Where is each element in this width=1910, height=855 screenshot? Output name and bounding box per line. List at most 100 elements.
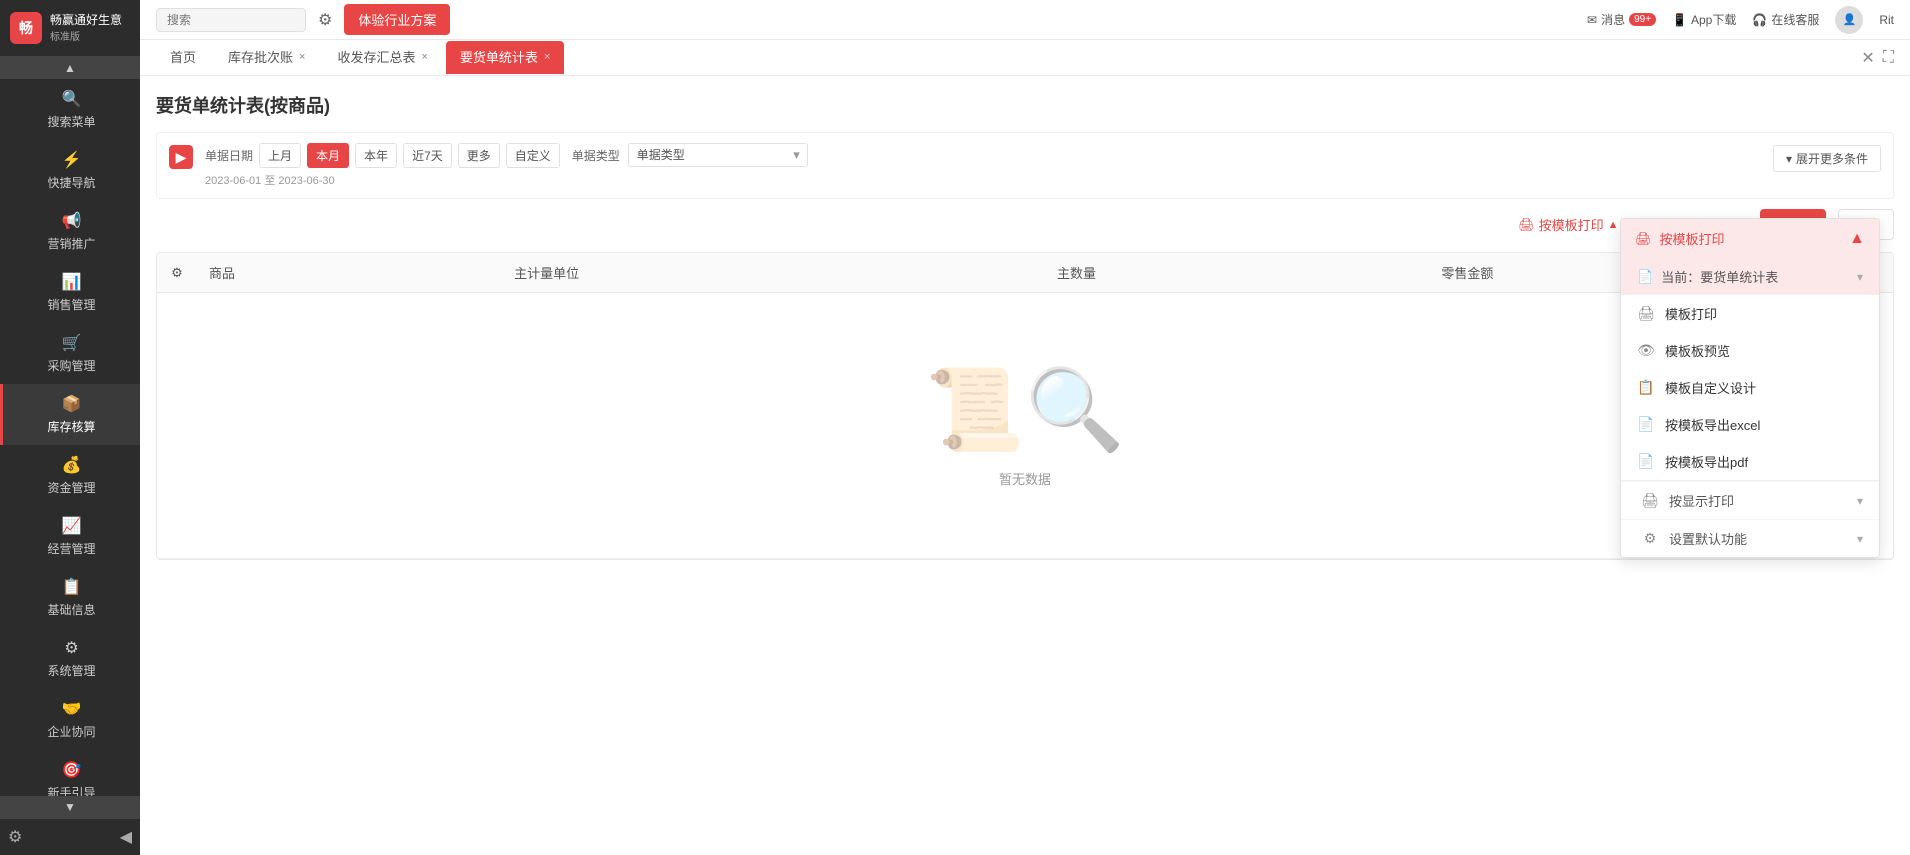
dropdown-title: 🖨 按模板打印	[1635, 229, 1725, 248]
sidebar-item-label: 系统管理	[47, 662, 95, 679]
dropdown-item-display-print[interactable]: 🖨 按显示打印 ▾	[1621, 481, 1879, 519]
messages-label: 消息	[1601, 11, 1625, 28]
finance-icon: 💰	[62, 455, 82, 475]
type-filter-select[interactable]: 单据类型	[628, 143, 808, 167]
app-name: 畅赢通好生意	[50, 13, 122, 29]
expand-more-button[interactable]: ▾ 展开更多条件	[1773, 145, 1881, 172]
trial-button[interactable]: 体验行业方案	[344, 4, 450, 35]
sidebar-item-label: 资金管理	[47, 479, 95, 496]
settings-icon[interactable]: ⚙	[8, 827, 22, 847]
sidebar-item-operation[interactable]: 📈 经营管理	[0, 506, 140, 567]
filter-bar: ▶ 单据日期 上月 本月 本年 近7天 更多 自定义 2023-06-01 至 …	[156, 132, 1894, 199]
sidebar-item-sales[interactable]: 📊 销售管理	[0, 262, 140, 323]
dropdown-item-template-print[interactable]: 🖨 模板打印	[1621, 295, 1879, 332]
date-btn-this-month[interactable]: 本月	[307, 143, 349, 168]
tab-inventory-batch-label: 库存批次账	[228, 47, 293, 66]
user-avatar[interactable]: 👤	[1835, 6, 1863, 34]
sidebar-item-label: 经营管理	[47, 540, 95, 557]
purchase-icon: 🛒	[62, 333, 82, 353]
quick-nav-icon: ⚡	[62, 150, 82, 170]
scroll-down[interactable]: ▼	[0, 796, 140, 818]
tab-inventory-batch[interactable]: 库存批次账 ×	[214, 41, 319, 74]
sidebar-item-label: 基础信息	[47, 601, 95, 618]
marketing-icon: 📢	[62, 211, 82, 231]
template-print-label: 模板打印	[1665, 304, 1717, 323]
sidebar-item-inventory[interactable]: 📦 库存核算	[0, 384, 140, 445]
current-label-text: 📄 当前：要货单统计表	[1637, 267, 1778, 286]
dropdown-collapse-button[interactable]: ▲	[1849, 230, 1865, 248]
sidebar-item-enterprise[interactable]: 🤝 企业协同	[0, 689, 140, 750]
tab-bar: 首页 库存批次账 × 收发存汇总表 × 要货单统计表 × ✕ ⛶	[140, 40, 1910, 76]
messages-item[interactable]: ✉ 消息 99+	[1587, 11, 1656, 28]
online-service-item[interactable]: 🎧 在线客服	[1752, 11, 1819, 28]
sidebar-item-marketing[interactable]: 📢 营销推广	[0, 201, 140, 262]
expand-icon: ▾	[1786, 152, 1792, 166]
template-custom-icon: 📋	[1637, 379, 1655, 396]
date-btn-more[interactable]: 更多	[458, 143, 500, 168]
search-icon: 🔍	[62, 89, 82, 109]
tabs-expand-icon[interactable]: ⛶	[1883, 49, 1894, 67]
dropdown-item-template-preview[interactable]: 👁 模板板预览	[1621, 332, 1879, 369]
sidebar-item-label: 营销推广	[47, 235, 95, 252]
sidebar-item-finance[interactable]: 💰 资金管理	[0, 445, 140, 506]
sidebar-item-search[interactable]: 🔍 搜索菜单	[0, 79, 140, 140]
topbar-search-input[interactable]	[156, 8, 306, 32]
date-btn-this-year[interactable]: 本年	[355, 143, 397, 168]
arrow-up-icon: ▲	[1608, 219, 1619, 231]
tab-order-stats-label: 要货单统计表	[460, 47, 538, 66]
filter-toggle-button[interactable]: ▶	[169, 145, 193, 169]
current-doc-icon: 📄	[1637, 269, 1653, 285]
export-excel-label: 按模板导出excel	[1665, 415, 1760, 434]
date-btn-prev-month[interactable]: 上月	[259, 143, 301, 168]
sidebar: 畅 畅赢通好生意 标准版 ▲ 🔍 搜索菜单 ⚡ 快捷导航 📢 营销推广 📊 销售…	[0, 0, 140, 855]
inventory-icon: 📦	[62, 394, 82, 414]
date-filter-group: 单据日期 上月 本月 本年 近7天 更多 自定义 2023-06-01 至 20…	[205, 143, 560, 188]
dropdown-item-export-excel[interactable]: 📄 按模板导出excel	[1621, 406, 1879, 443]
tab-order-stats[interactable]: 要货单统计表 ×	[446, 41, 564, 74]
date-btn-custom[interactable]: 自定义	[506, 143, 560, 168]
date-btn-7days[interactable]: 近7天	[403, 143, 452, 168]
print-template-label: 按模板打印	[1539, 215, 1604, 234]
sidebar-item-guide[interactable]: 🎯 新手引导	[0, 750, 140, 796]
type-filter-group: 单据类型 单据类型	[572, 143, 808, 167]
print-template-button[interactable]: 🖨 按模板打印 ▲	[1518, 215, 1618, 234]
tab-receivable-summary-label: 收发存汇总表	[337, 47, 415, 66]
sidebar-nav: 🔍 搜索菜单 ⚡ 快捷导航 📢 营销推广 📊 销售管理 🛒 采购管理 📦 库存核…	[0, 79, 140, 796]
tab-receivable-summary-close[interactable]: ×	[421, 51, 427, 63]
sidebar-item-system[interactable]: ⚙ 系统管理	[0, 628, 140, 689]
scroll-up[interactable]: ▲	[0, 57, 140, 79]
collapse-icon[interactable]: ◀	[120, 827, 132, 847]
topbar: ⚙ 体验行业方案 ✉ 消息 99+ 📱 App下载 🎧 在线客服 👤 Rit	[140, 0, 1910, 40]
logo-icon: 畅	[10, 12, 42, 44]
home-label: 首页	[170, 47, 196, 66]
expand-label: 展开更多条件	[1796, 150, 1868, 167]
sidebar-item-label: 采购管理	[47, 357, 95, 374]
date-range-text: 2023-06-01 至 2023-06-30	[205, 172, 560, 188]
type-filter-label: 单据类型	[572, 147, 620, 164]
tabs-close-all-icon[interactable]: ✕	[1861, 48, 1874, 68]
tab-order-stats-close[interactable]: ×	[544, 51, 550, 63]
tab-receivable-summary[interactable]: 收发存汇总表 ×	[323, 41, 441, 74]
app-logo: 畅 畅赢通好生意 标准版	[0, 0, 140, 57]
sales-icon: 📊	[62, 272, 82, 292]
topbar-gear-icon[interactable]: ⚙	[318, 10, 332, 30]
dropdown-item-set-default[interactable]: ⚙ 设置默认功能 ▾	[1621, 519, 1879, 557]
empty-icon: 📜🔍	[925, 363, 1124, 457]
app-download-item[interactable]: 📱 App下载	[1672, 11, 1736, 28]
col-quantity: 主数量	[1045, 253, 1429, 293]
dropdown-item-export-pdf[interactable]: 📄 按模板导出pdf	[1621, 443, 1879, 480]
tab-home[interactable]: 首页	[156, 41, 210, 74]
sidebar-item-quick-nav[interactable]: ⚡ 快捷导航	[0, 140, 140, 201]
dropdown-item-template-custom[interactable]: 📋 模板自定义设计	[1621, 369, 1879, 406]
tabs-right: ✕ ⛶	[1861, 48, 1894, 68]
export-excel-icon: 📄	[1637, 416, 1655, 433]
set-default-icon: ⚙	[1641, 530, 1659, 547]
headset-icon: 🎧	[1752, 13, 1767, 27]
sidebar-item-basic[interactable]: 📋 基础信息	[0, 567, 140, 628]
guide-icon: 🎯	[62, 760, 82, 780]
tab-inventory-batch-close[interactable]: ×	[299, 51, 305, 63]
col-settings[interactable]: ⚙	[157, 253, 197, 293]
print-dropdown: 🖨 按模板打印 ▲ 📄 当前：要货单统计表 ▾ 🖨 模板打印 👁 模板板预览	[1620, 218, 1880, 558]
sidebar-item-label: 企业协同	[47, 723, 95, 740]
sidebar-item-purchase[interactable]: 🛒 采购管理	[0, 323, 140, 384]
